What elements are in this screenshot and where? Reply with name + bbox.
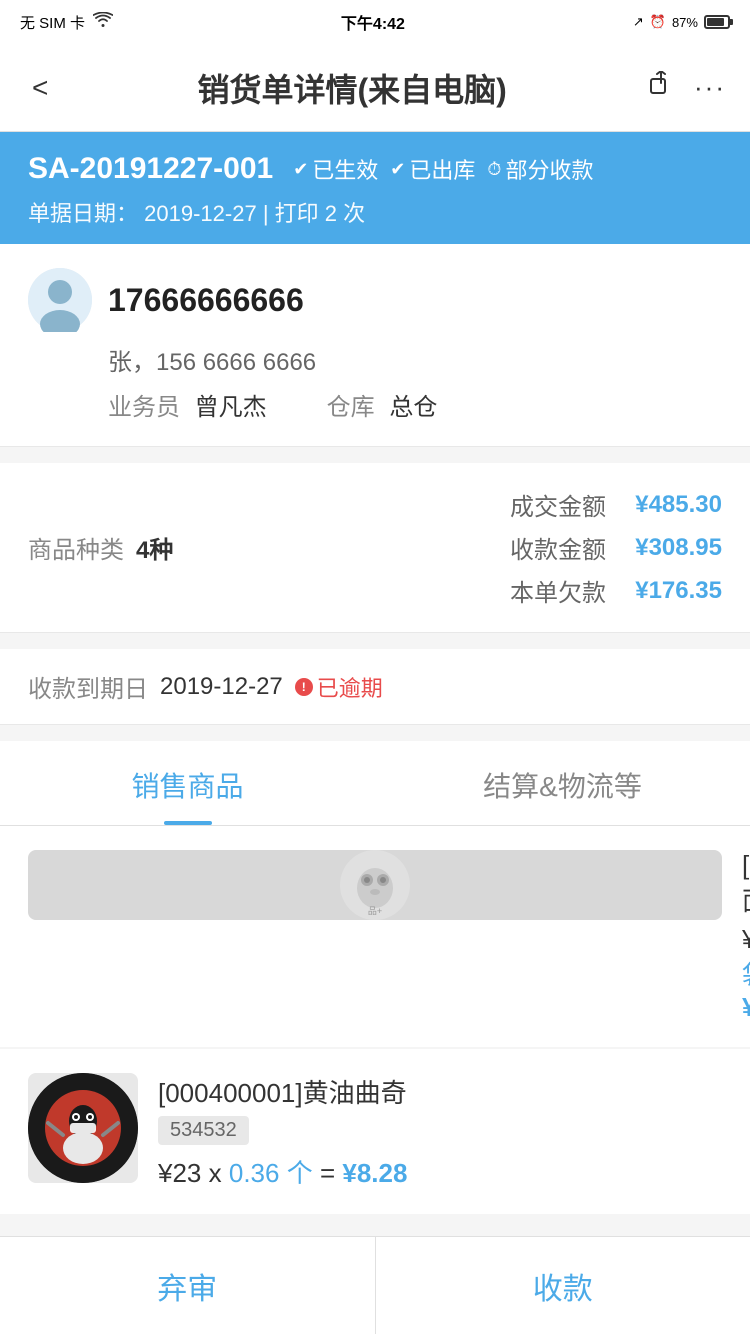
overdue-icon: ! [295,678,313,696]
product-info-1: [0000002]面包 ¥40 x 5 袋 = ¥199.99 [742,850,750,1023]
status-bar: 无 SIM 卡 下午4:42 ↗ ⏰ 87% [0,0,750,44]
tab-settlement[interactable]: 结算&物流等 [375,741,750,825]
customer-id: 17666666666 [108,282,304,319]
more-button[interactable]: ··· [694,72,726,103]
tabs-section: 销售商品 结算&物流等 品+ [0,741,750,1314]
order-id: SA-20191227-001 [28,152,273,186]
clock-icon: ⏱ [487,159,501,180]
customer-row: 17666666666 [28,268,722,332]
list-item: 品+ [0000002]面包 ¥40 x 5 袋 = ¥199.99 [0,826,750,1047]
sales-name: 曾凡杰 [195,394,267,421]
customer-avatar [28,268,92,332]
sales-label: 业务员 曾凡杰 [108,387,267,422]
status-bar-left: 无 SIM 卡 [20,12,113,33]
product-name-1: [0000002]面包 [742,850,750,918]
product-thumbnail-1: 品+ [28,850,722,920]
warehouse-label: 仓库 总仓 [327,387,438,422]
product-type-count: 商品种类 4种 [28,487,173,608]
order-date-info: 单据日期： 2019-12-27 | 打印 2 次 [28,196,722,228]
amount-row: 成交金额 ¥485.30 [510,487,722,522]
list-item: [000400001]黄油曲奇 534532 ¥23 x 0.36 个 = ¥8… [0,1049,750,1214]
customer-section: 17666666666 张，156 6666 6666 业务员 曾凡杰 仓库 总… [0,244,750,447]
payment-button[interactable]: 收款 [376,1237,750,1334]
nav-actions: ··· [648,71,726,104]
status-effective: ✔ 已生效 [293,153,378,185]
back-button[interactable]: < [24,64,56,112]
alarm-icon: ⏰ [650,14,666,30]
battery-percent: 87% [672,15,698,30]
status-partial-payment: ⏱ 部分收款 [487,153,593,185]
warehouse-name: 总仓 [389,394,437,421]
wifi-icon [93,12,113,32]
share-button[interactable] [648,71,674,104]
nav-bar: < 销货单详情(来自电脑) ··· [0,44,750,132]
ninja-image [28,1073,138,1183]
customer-meta: 业务员 曾凡杰 仓库 总仓 [108,387,722,422]
status-badges: ✔ 已生效 ✔ 已出库 ⏱ 部分收款 [293,153,593,185]
status-bar-right: ↗ ⏰ 87% [633,14,730,30]
financial-stats: 成交金额 ¥485.30 收款金额 ¥308.95 本单欠款 ¥176.35 [510,487,722,608]
debt-row: 本单欠款 ¥176.35 [510,573,722,608]
carrier-text: 无 SIM 卡 [20,12,85,33]
product-name-2: [000400001]黄油曲奇 [158,1073,722,1110]
status-time: 下午4:42 [341,10,405,34]
product-info-2: [000400001]黄油曲奇 534532 ¥23 x 0.36 个 = ¥8… [158,1073,722,1190]
order-header-row1: SA-20191227-001 ✔ 已生效 ✔ 已出库 ⏱ 部分收款 [28,152,722,186]
order-header: SA-20191227-001 ✔ 已生效 ✔ 已出库 ⏱ 部分收款 单据日期：… [0,132,750,244]
location-icon: ↗ [633,14,644,30]
status-shipped: ✔ 已出库 [390,153,475,185]
tab-sales-products[interactable]: 销售商品 [0,741,375,825]
stats-section: 商品种类 4种 成交金额 ¥485.30 收款金额 ¥308.95 本单欠款 ¥… [0,463,750,633]
check-icon-1: ✔ [293,159,308,180]
product-thumbnail-2 [28,1073,138,1183]
svg-text:品+: 品+ [368,906,382,916]
page-title: 销货单详情(来自电脑) [198,65,507,111]
battery-icon [704,15,730,29]
customer-name-phone: 张，156 6666 6666 [108,342,722,377]
cancel-review-button[interactable]: 弃审 [0,1237,376,1334]
product-price-2: ¥23 x 0.36 个 = ¥8.28 [158,1153,722,1190]
tabs-row: 销售商品 结算&物流等 [0,741,750,826]
received-row: 收款金额 ¥308.95 [510,530,722,565]
product-sku-2: 534532 [158,1116,722,1153]
check-icon-2: ✔ [390,159,405,180]
product-price-1: ¥40 x 5 袋 = ¥199.99 [742,924,750,1023]
bottom-bar: 弃审 收款 [0,1236,750,1334]
due-section: 收款到期日 2019-12-27 ! 已逾期 [0,649,750,725]
overdue-badge: ! 已逾期 [295,671,383,703]
